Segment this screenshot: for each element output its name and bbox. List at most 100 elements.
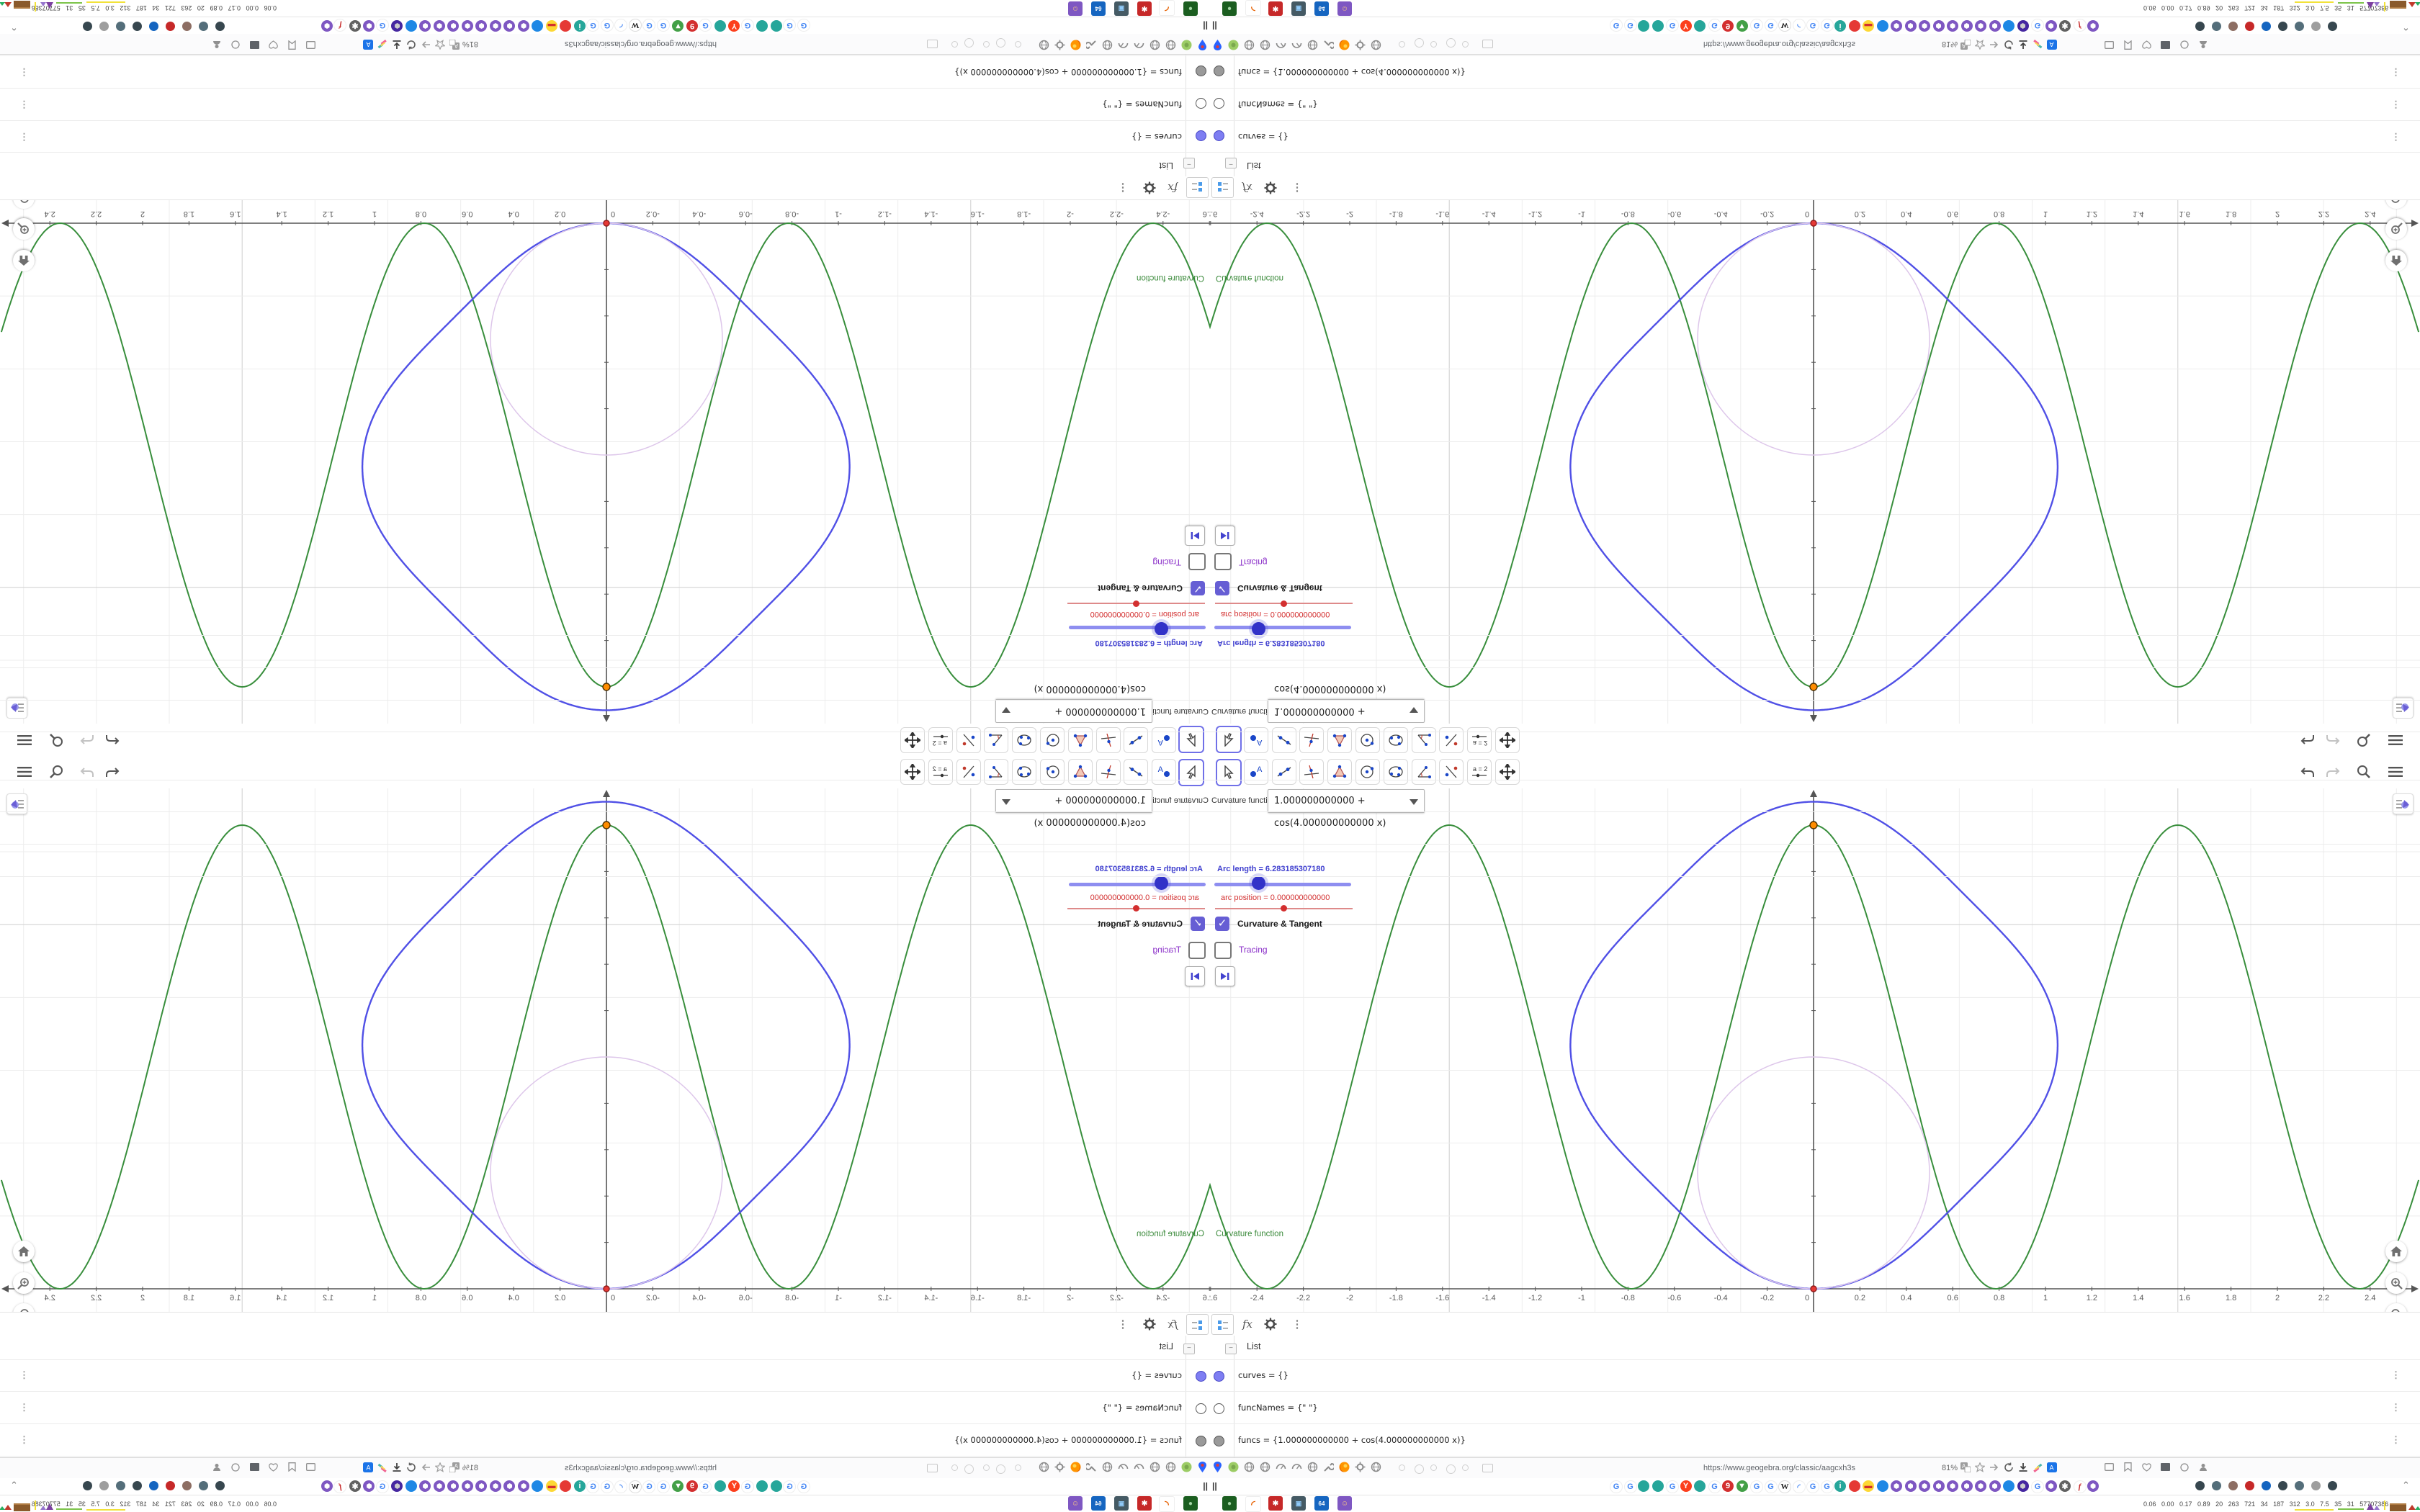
tab-favicon-pin-green[interactable]: ▼ bbox=[672, 20, 684, 32]
tray-icon[interactable] bbox=[133, 22, 142, 31]
tab-favicon-wiki[interactable]: W bbox=[1778, 1480, 1791, 1493]
chevron-up-icon[interactable]: ⌃ bbox=[10, 21, 18, 32]
tab-favicon-card-yellow[interactable]: ▬ bbox=[1863, 20, 1874, 32]
tray-icon[interactable] bbox=[2295, 1481, 2304, 1490]
tab-favicon-ggb-blue[interactable] bbox=[2003, 20, 2015, 32]
tab-favicon-info-teal[interactable]: i bbox=[574, 20, 586, 32]
tab-favicon-ggb[interactable]: ⬢ bbox=[321, 1480, 333, 1492]
firefox-icon[interactable] bbox=[1070, 39, 1082, 51]
tray-icon[interactable] bbox=[2328, 22, 2337, 31]
wrench-icon[interactable] bbox=[1085, 39, 1098, 51]
window-icon[interactable] bbox=[2103, 39, 2115, 51]
tab-favicon-ggb[interactable]: ⬢ bbox=[1989, 1480, 2001, 1492]
skip-next-button[interactable] bbox=[1215, 526, 1235, 546]
globe-icon[interactable] bbox=[1307, 39, 1319, 51]
download-icon[interactable] bbox=[391, 1461, 403, 1473]
visibility-marble[interactable] bbox=[1214, 130, 1224, 141]
arrow-right-icon[interactable] bbox=[1988, 1461, 2000, 1473]
tab-favicon-G[interactable]: G bbox=[797, 19, 810, 32]
taskbar-app-settings-red[interactable]: ✱ bbox=[1137, 1496, 1152, 1511]
taskbar-app-monitor-blue[interactable]: ▣ bbox=[1291, 1, 1306, 16]
tab-favicon-dot-teal[interactable] bbox=[1694, 1480, 1706, 1492]
tab-favicon-G[interactable]: G bbox=[1806, 1480, 1819, 1493]
tab-favicon-G[interactable]: G bbox=[1708, 1480, 1721, 1493]
arrow-right-icon[interactable] bbox=[1988, 39, 2000, 51]
heart-icon[interactable] bbox=[2141, 1461, 2153, 1473]
firefox-icon[interactable] bbox=[1338, 1461, 1350, 1473]
taskbar-app-recorder-green[interactable]: ● bbox=[1222, 1496, 1237, 1511]
home-button[interactable] bbox=[2385, 1241, 2407, 1262]
zoom-in-button[interactable] bbox=[13, 218, 35, 240]
tray-icon[interactable] bbox=[2262, 1481, 2271, 1490]
reader-blue-icon[interactable]: A bbox=[2045, 39, 2058, 51]
kebab-icon[interactable]: ⋮ bbox=[1117, 179, 1129, 198]
visibility-marble[interactable] bbox=[1196, 130, 1206, 141]
tab-favicon-G[interactable]: G bbox=[1820, 19, 1834, 32]
tab-favicon-dot-teal[interactable] bbox=[771, 1480, 782, 1492]
skip-next-button[interactable] bbox=[1185, 526, 1205, 546]
placeholder-extension-icon[interactable] bbox=[983, 1464, 990, 1471]
taskbar-app-recorder-green[interactable]: ● bbox=[1183, 1496, 1198, 1511]
tool-reflect-button[interactable] bbox=[1439, 759, 1464, 785]
tab-favicon-dot-red[interactable] bbox=[560, 20, 572, 32]
search-icon[interactable] bbox=[2355, 732, 2372, 748]
tab-favicon-ggb[interactable]: ⬢ bbox=[1891, 20, 1902, 32]
undo-icon[interactable] bbox=[103, 732, 120, 748]
tab-favicon-ggb[interactable]: ⬢ bbox=[1919, 1480, 1930, 1492]
collapse-list-button[interactable]: − bbox=[1183, 158, 1195, 168]
tray-icon[interactable] bbox=[2278, 22, 2287, 31]
tray-icon[interactable] bbox=[99, 22, 109, 31]
globe-icon[interactable] bbox=[1307, 1461, 1319, 1473]
tab-favicon-gear[interactable]: ✱ bbox=[349, 1480, 361, 1492]
placeholder-extension-icon[interactable] bbox=[951, 41, 958, 48]
globe-icon[interactable] bbox=[1243, 39, 1255, 51]
tab-favicon-pin-green[interactable]: ▼ bbox=[1736, 20, 1748, 32]
function-input[interactable]: 1.000000000000 + cos(4.000000000000 x) bbox=[1268, 683, 1425, 723]
tab-favicon-G[interactable]: G bbox=[1806, 19, 1819, 32]
taskbar-app-settings-red[interactable]: ✱ bbox=[1268, 1, 1283, 16]
chevron-up-icon[interactable]: ⌃ bbox=[2402, 21, 2410, 32]
home-button[interactable] bbox=[13, 1241, 35, 1262]
reader-blue-icon[interactable]: A bbox=[2045, 1461, 2058, 1473]
tab-favicon-swirl[interactable]: ◜ bbox=[1792, 19, 1806, 32]
folder-icon[interactable] bbox=[1482, 1464, 1493, 1472]
algebra-expression[interactable]: funcNames = {" "} bbox=[1102, 1403, 1182, 1413]
algebra-expression[interactable]: curves = {} bbox=[1131, 1370, 1182, 1380]
zoom-level-badge[interactable]: 81% bbox=[1942, 1464, 1958, 1472]
tray-icon[interactable] bbox=[2311, 22, 2321, 31]
gear-icon[interactable] bbox=[1354, 39, 1366, 51]
wrench-icon[interactable] bbox=[1322, 1461, 1335, 1473]
taskbar-app-firefox[interactable]: ◜ bbox=[1245, 0, 1261, 16]
tree-view-icon[interactable] bbox=[1186, 1314, 1209, 1335]
wrench-icon[interactable] bbox=[1322, 39, 1335, 51]
tab-favicon-G[interactable]: G bbox=[699, 19, 712, 32]
gauge-icon[interactable] bbox=[1117, 39, 1129, 51]
row-menu-icon[interactable]: ⋮ bbox=[2391, 1402, 2401, 1413]
tab-favicon-ggb[interactable]: ⬢ bbox=[321, 20, 333, 32]
row-menu-icon[interactable]: ⋮ bbox=[19, 99, 29, 110]
arc-length-slider[interactable] bbox=[1069, 626, 1206, 629]
tab-favicon-G[interactable]: G bbox=[1623, 1480, 1637, 1493]
tool-circle-button[interactable] bbox=[1040, 759, 1065, 785]
reload-icon[interactable] bbox=[2002, 1461, 2015, 1473]
taskbar-app-settings-red[interactable]: ✱ bbox=[1268, 1496, 1283, 1511]
arc-length-slider-knob[interactable] bbox=[1155, 622, 1168, 636]
tab-favicon-ggb[interactable]: ⬢ bbox=[1947, 1480, 1958, 1492]
tab-favicon-ggb[interactable]: ⬢ bbox=[462, 20, 473, 32]
tab-favicon-ggb[interactable]: ⬢ bbox=[503, 1480, 516, 1492]
reload-icon[interactable] bbox=[405, 1461, 418, 1473]
visibility-marble[interactable] bbox=[1196, 1436, 1206, 1446]
placeholder-extension-icon[interactable] bbox=[1462, 1464, 1469, 1471]
tab-favicon-dot-blue[interactable] bbox=[1876, 1480, 1888, 1492]
algebra-expression[interactable]: funcs = {1.000000000000 + cos(4.00000000… bbox=[954, 67, 1182, 77]
globe-icon[interactable] bbox=[1370, 39, 1382, 51]
visibility-marble[interactable] bbox=[1196, 1403, 1206, 1414]
tab-favicon-pin-green[interactable]: ▼ bbox=[1736, 1480, 1748, 1492]
tool-line-button[interactable] bbox=[1124, 759, 1149, 785]
tab-favicon-ggb[interactable]: ⬢ bbox=[1989, 20, 2001, 32]
tab-favicon-ggb-blue[interactable] bbox=[405, 1480, 417, 1492]
algebra-expression[interactable]: funcs = {1.000000000000 + cos(4.00000000… bbox=[1238, 1435, 1466, 1445]
tab-favicon-ggb[interactable]: ⬢ bbox=[490, 1480, 501, 1492]
tray-icon[interactable] bbox=[2212, 1481, 2221, 1490]
tab-favicon-ggb-dark[interactable]: ⬢ bbox=[391, 1480, 403, 1492]
